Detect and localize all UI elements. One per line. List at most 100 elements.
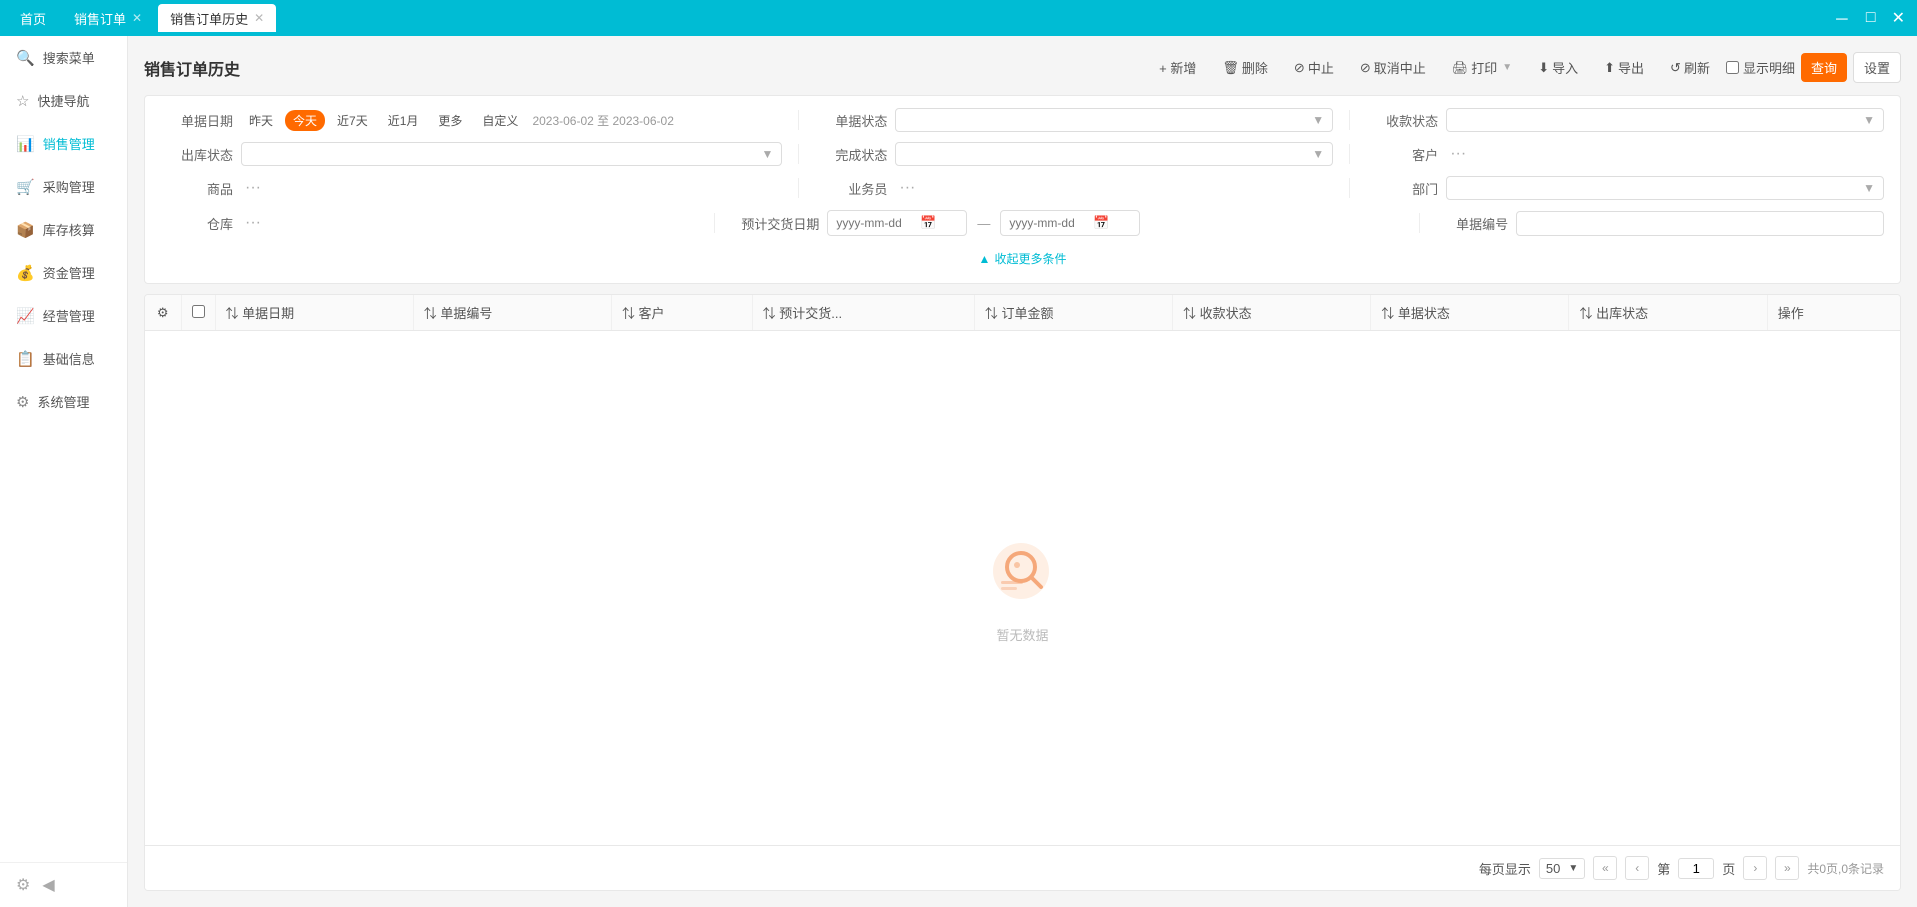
- settings-btn[interactable]: 设置: [1853, 52, 1901, 83]
- order-status-select[interactable]: ▼: [895, 108, 1333, 132]
- department-section: 部门 ▼: [1366, 176, 1884, 200]
- order-no-sort[interactable]: ⇅ 单据编号: [424, 303, 601, 322]
- product-dots[interactable]: ···: [241, 179, 265, 197]
- divider-3: [798, 144, 799, 164]
- customer-dots[interactable]: ···: [1446, 145, 1470, 163]
- completion-status-label: 完成状态: [815, 145, 887, 164]
- date-dash: —: [977, 216, 990, 231]
- date-filter-section: 单据日期 昨天 今天 近7天 近1月 更多 自定义 2023-06-02 至 2…: [161, 110, 782, 131]
- sidebar-item-sales-mgmt-label: 销售管理: [43, 134, 95, 153]
- cancel-stop-icon: ⊘: [1360, 60, 1371, 76]
- warehouse-label: 仓库: [161, 214, 233, 233]
- col-date: ⇅ 单据日期: [215, 295, 413, 331]
- gear-icon[interactable]: ⚙: [157, 305, 169, 320]
- expected-date-sort[interactable]: ⇅ 预计交货...: [763, 303, 964, 322]
- today-btn[interactable]: 今天: [285, 110, 325, 131]
- expected-date-from-cal-icon[interactable]: 📅: [920, 215, 936, 231]
- outbound-status-select[interactable]: ▼: [241, 142, 782, 166]
- stop-btn[interactable]: ⊘ 中止: [1284, 53, 1344, 82]
- new-btn[interactable]: + 新增: [1149, 53, 1206, 82]
- filter-row-3: 商品 ··· 业务员 ··· 部门 ▼: [161, 176, 1884, 200]
- tab-home[interactable]: 首页: [8, 4, 58, 32]
- payment-status-label: 收款状态: [1366, 111, 1438, 130]
- date-shortcuts: 昨天 今天 近7天 近1月 更多 自定义: [241, 110, 526, 131]
- sidebar-item-ops-mgmt[interactable]: 📈 经营管理: [0, 294, 127, 337]
- col-gear[interactable]: ⚙: [145, 295, 181, 331]
- payment-status-sort[interactable]: ⇅ 收款状态: [1183, 303, 1360, 322]
- amount-sort[interactable]: ⇅ 订单金额: [985, 303, 1162, 322]
- sidebar-item-search-menu[interactable]: 🔍 搜索菜单: [0, 36, 127, 79]
- order-no-input[interactable]: [1516, 211, 1884, 236]
- last1month-btn[interactable]: 近1月: [380, 110, 427, 131]
- expected-date-label: 预计交货日期: [731, 214, 819, 233]
- display-detail-checkbox[interactable]: 显示明细: [1726, 58, 1795, 77]
- collapse-icon: ▲: [979, 252, 991, 266]
- completion-status-select[interactable]: ▼: [895, 142, 1333, 166]
- tab-sales-order-history[interactable]: 销售订单历史 ✕: [158, 4, 276, 32]
- date-filter-label: 单据日期: [161, 111, 233, 130]
- customer-sort[interactable]: ⇅ 客户: [622, 303, 742, 322]
- sidebar-item-purchase-mgmt[interactable]: 🛒 采购管理: [0, 165, 127, 208]
- custom-btn[interactable]: 自定义: [474, 110, 526, 131]
- page-input[interactable]: [1678, 858, 1714, 879]
- order-status-sort[interactable]: ⇅ 单据状态: [1381, 303, 1558, 322]
- expected-date-to-input[interactable]: [1009, 216, 1089, 230]
- col-outbound-status-label: ⇅ 出库状态: [1579, 303, 1648, 322]
- next-page-btn[interactable]: ›: [1743, 856, 1767, 880]
- sidebar-item-sales-mgmt[interactable]: 📊 销售管理: [0, 122, 127, 165]
- print-chevron-icon: ▼: [1502, 62, 1512, 73]
- date-sort[interactable]: ⇅ 单据日期: [226, 303, 403, 322]
- payment-status-select[interactable]: ▼: [1446, 108, 1884, 132]
- print-btn[interactable]: 🖨 打印 ▼: [1442, 53, 1522, 82]
- maximize-btn[interactable]: □: [1862, 7, 1880, 29]
- sidebar-item-sys-mgmt[interactable]: ⚙ 系统管理: [0, 380, 127, 423]
- last7days-btn[interactable]: 近7天: [329, 110, 376, 131]
- first-page-btn[interactable]: «: [1593, 856, 1617, 880]
- salesperson-dots[interactable]: ···: [895, 179, 919, 197]
- import-btn[interactable]: ⬇ 导入: [1528, 53, 1588, 82]
- import-icon: ⬇: [1538, 60, 1549, 76]
- select-all-checkbox[interactable]: [192, 305, 205, 318]
- outbound-status-sort[interactable]: ⇅ 出库状态: [1579, 303, 1756, 322]
- more-btn[interactable]: 更多: [430, 110, 470, 131]
- divider-8: [1419, 213, 1420, 233]
- print-btn-label: 打印: [1471, 58, 1497, 77]
- sidebar-collapse-icon[interactable]: ◀: [42, 875, 54, 895]
- warehouse-dots[interactable]: ···: [241, 214, 265, 232]
- sidebar-item-basic-info[interactable]: 📋 基础信息: [0, 337, 127, 380]
- collapse-btn[interactable]: ▲ 收起更多条件: [971, 246, 1075, 271]
- display-detail-input[interactable]: [1726, 61, 1739, 74]
- print-icon: 🖨: [1452, 60, 1469, 76]
- expected-date-from-field[interactable]: 📅: [827, 210, 967, 236]
- department-select[interactable]: ▼: [1446, 176, 1884, 200]
- col-action-label: 操作: [1778, 306, 1804, 321]
- ops-mgmt-icon: 📈: [16, 307, 35, 325]
- col-checkbox[interactable]: [181, 295, 215, 331]
- tab-sales-order-history-close[interactable]: ✕: [254, 11, 264, 25]
- minimize-btn[interactable]: －: [1830, 4, 1854, 32]
- sidebar-item-quick-nav[interactable]: ☆ 快捷导航: [0, 79, 127, 122]
- expected-date-to-field[interactable]: 📅: [1000, 210, 1140, 236]
- refresh-btn[interactable]: ↺ 刷新: [1660, 53, 1720, 82]
- expected-date-to-cal-icon[interactable]: 📅: [1093, 215, 1109, 231]
- last-page-btn[interactable]: »: [1775, 856, 1799, 880]
- payment-status-section: 收款状态 ▼: [1366, 108, 1884, 132]
- window-close-btn[interactable]: ✕: [1888, 6, 1909, 30]
- cancel-stop-btn[interactable]: ⊘ 取消中止: [1350, 53, 1436, 82]
- yesterday-btn[interactable]: 昨天: [241, 110, 281, 131]
- tab-sales-order-close[interactable]: ✕: [132, 11, 142, 25]
- data-table: ⚙ ⇅ 单据日期: [145, 295, 1900, 331]
- prev-page-btn[interactable]: ‹: [1625, 856, 1649, 880]
- sidebar-settings-icon[interactable]: ⚙: [16, 875, 30, 895]
- sidebar-item-inventory[interactable]: 📦 库存核算: [0, 208, 127, 251]
- sidebar-item-finance[interactable]: 💰 资金管理: [0, 251, 127, 294]
- query-btn[interactable]: 查询: [1801, 53, 1847, 82]
- settings-btn-label: 设置: [1864, 58, 1890, 77]
- page-size-select[interactable]: 50 ▼: [1539, 858, 1585, 879]
- customer-section: 客户 ···: [1366, 145, 1884, 164]
- expected-date-from-input[interactable]: [836, 216, 916, 230]
- order-status-section: 单据状态 ▼: [815, 108, 1333, 132]
- export-btn[interactable]: ⬆ 导出: [1594, 53, 1654, 82]
- tab-sales-order[interactable]: 销售订单 ✕: [62, 4, 154, 32]
- delete-btn[interactable]: 🗑 删除: [1212, 53, 1278, 82]
